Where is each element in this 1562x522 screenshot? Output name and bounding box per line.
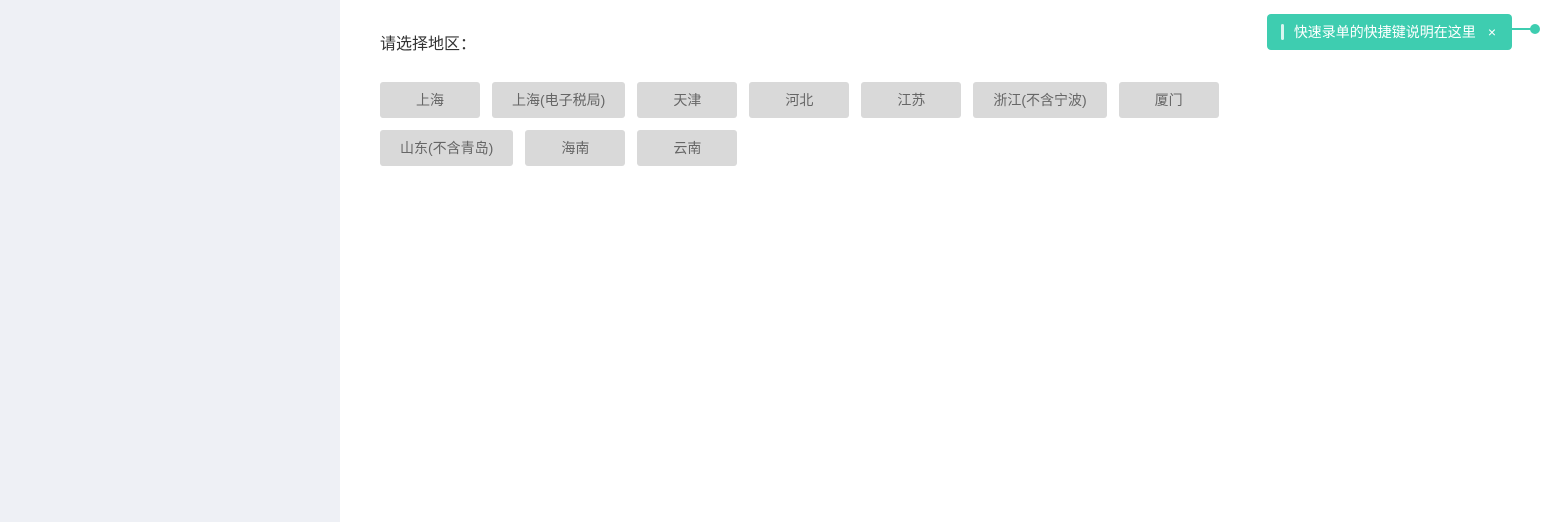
region-button[interactable]: 江苏 — [861, 82, 961, 118]
tooltip-text: 快速录单的快捷键说明在这里 — [1294, 22, 1476, 42]
main-content: 请选择地区： 上海上海(电子税局)天津河北江苏浙江(不含宁波)厦门 山东(不含青… — [340, 0, 1562, 522]
region-button[interactable]: 厦门 — [1119, 82, 1219, 118]
region-row-2: 山东(不含青岛) 海南云南 — [380, 130, 1522, 166]
region-button[interactable]: 浙江(不含宁波) — [973, 82, 1106, 118]
region-row-1: 上海上海(电子税局) 天津河北江苏浙江(不含宁波) 厦门 — [380, 82, 1522, 118]
region-button[interactable]: 山东(不含青岛) — [380, 130, 513, 166]
region-button[interactable]: 海南 — [525, 130, 625, 166]
tooltip-close-button[interactable]: × — [1486, 24, 1498, 40]
region-button[interactable]: 上海(电子税局) — [492, 82, 625, 118]
sidebar — [0, 0, 340, 522]
tooltip-banner: 快速录单的快捷键说明在这里 × — [1267, 14, 1512, 50]
region-button[interactable]: 河北 — [749, 82, 849, 118]
tooltip-line — [1510, 28, 1532, 30]
tooltip-dot — [1530, 24, 1540, 34]
region-button[interactable]: 天津 — [637, 82, 737, 118]
region-button[interactable]: 云南 — [637, 130, 737, 166]
region-button[interactable]: 上海 — [380, 82, 480, 118]
